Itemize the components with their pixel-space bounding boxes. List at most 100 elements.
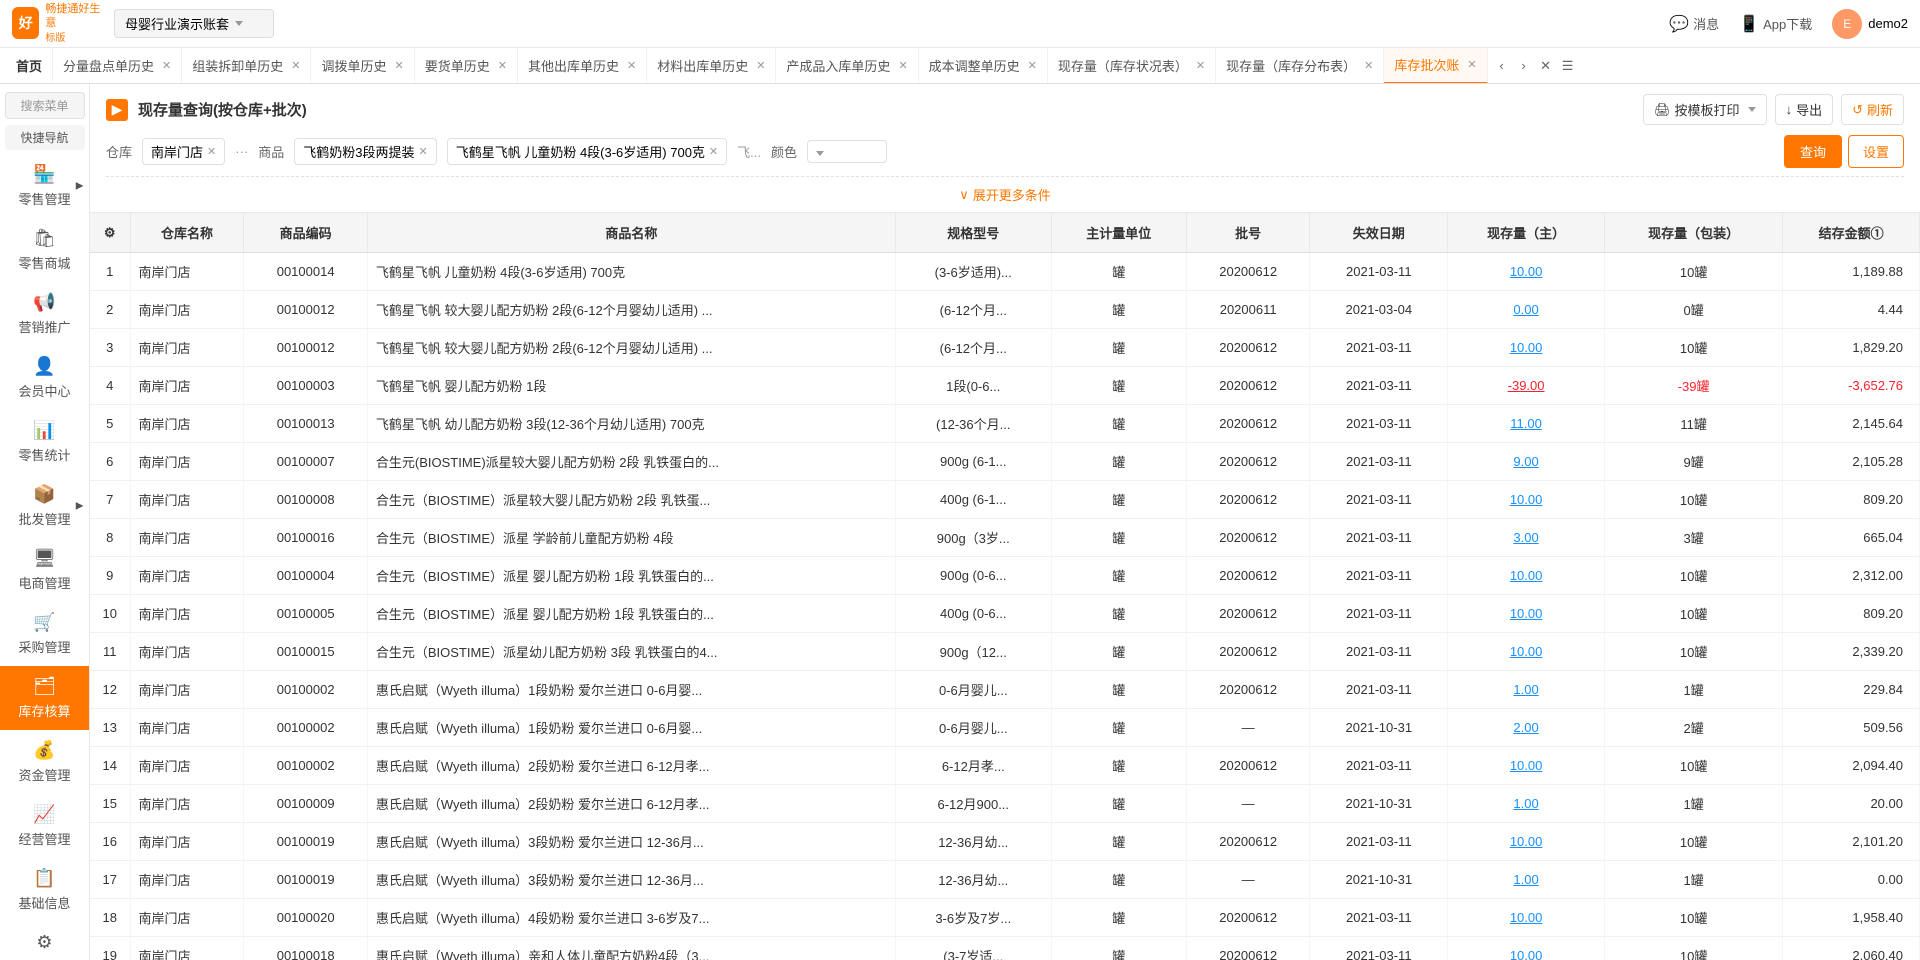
row-qty-main[interactable]: 10.00 (1448, 481, 1605, 519)
row-batch: 20200611 (1186, 291, 1310, 329)
sidebar-item-wholesale-mgmt[interactable]: 📦 批发管理 ▶ (0, 474, 90, 538)
row-qty-pack: 0罐 (1604, 291, 1782, 329)
product-filter-tag2[interactable]: 飞鹤星飞帆 儿童奶粉 4段(3-6岁适用) 700克 ✕ (447, 138, 727, 165)
tab-stock-dist[interactable]: 现存量（库存分布表） ✕ (1216, 48, 1384, 84)
sidebar-item-retail-shop[interactable]: 🛍 零售商城 (0, 218, 90, 282)
query-btn[interactable]: 查询 (1784, 135, 1842, 168)
template-print-btn[interactable]: 🖨 按模板打印 (1643, 94, 1767, 125)
row-qty-main[interactable]: 10.00 (1448, 747, 1605, 785)
sidebar-item-member-center[interactable]: 👤 会员中心 (0, 346, 90, 410)
sidebar-item-marketing[interactable]: 📢 营销推广 (0, 282, 90, 346)
sidebar-item-system-mgmt[interactable]: ⚙ 系统管理 (0, 922, 90, 960)
row-qty-main[interactable]: 10.00 (1448, 253, 1605, 291)
tab-bar: 首页 分量盘点单历史 ✕ 组装拆卸单历史 ✕ 调拨单历史 ✕ 要货单历史 ✕ 其… (0, 48, 1920, 84)
col-settings[interactable]: ⚙ (90, 213, 130, 253)
industry-selector[interactable]: 母婴行业演示账套 (114, 9, 274, 38)
tab-other-out[interactable]: 其他出库单历史 ✕ (518, 48, 647, 84)
messages-btn[interactable]: 💬 消息 (1669, 14, 1719, 34)
row-qty-main[interactable]: 1.00 (1448, 671, 1605, 709)
row-qty-main[interactable]: 1.00 (1448, 861, 1605, 899)
tab-close-transfer[interactable]: ✕ (395, 59, 404, 72)
tab-close-stock-dist[interactable]: ✕ (1364, 59, 1373, 72)
sidebar-search[interactable]: 搜索菜单 (5, 92, 85, 119)
tab-product-in[interactable]: 产成品入库单历史 ✕ (776, 48, 918, 84)
color-filter[interactable] (807, 140, 887, 163)
tab-close-requisition[interactable]: ✕ (498, 59, 507, 72)
tab-close-stock-status[interactable]: ✕ (1196, 59, 1205, 72)
inventory-icon: 🗂 (33, 676, 56, 697)
row-qty-main[interactable]: 10.00 (1448, 557, 1605, 595)
tab-material-out[interactable]: 材料出库单历史 ✕ (647, 48, 776, 84)
tab-close-disassemble[interactable]: ✕ (291, 59, 300, 72)
sidebar-item-inventory-check[interactable]: 🗂 库存核算 (0, 666, 90, 730)
sidebar-item-retail-stats[interactable]: 📊 零售统计 (0, 410, 90, 474)
table-row: 5 南岸门店 00100013 飞鹤星飞帆 幼儿配方奶粉 3段(12-36个月幼… (90, 405, 1920, 443)
row-qty-main[interactable]: 9.00 (1448, 443, 1605, 481)
sidebar-item-retail-mgmt[interactable]: 🏪 零售管理 ▶ (0, 154, 90, 218)
warehouse-filter[interactable]: 南岸门店 ✕ (142, 138, 225, 165)
export-icon: ↓ (1786, 102, 1793, 117)
sidebar: 搜索菜单 快捷导航 🏪 零售管理 ▶ 🛍 零售商城 📢 营销推广 👤 会员中心 … (0, 84, 90, 960)
user-area[interactable]: E demo2 (1832, 9, 1908, 39)
tab-close-cost-adjust[interactable]: ✕ (1028, 59, 1037, 72)
tab-transfer[interactable]: 调拨单历史 ✕ (311, 48, 414, 84)
row-qty-main[interactable]: 10.00 (1448, 823, 1605, 861)
page-header: ▶ 现存量查询(按仓库+批次) 🖨 按模板打印 ↓ 导出 (90, 84, 1920, 213)
row-qty-main[interactable]: 11.00 (1448, 405, 1605, 443)
table-row: 18 南岸门店 00100020 惠氏启赋（Wyeth illuma）4段奶粉 … (90, 899, 1920, 937)
table-row: 9 南岸门店 00100004 合生元（BIOSTIME）派星 婴儿配方奶粉 1… (90, 557, 1920, 595)
product-filter-tag1[interactable]: 飞鹤奶粉3段两提装 ✕ (294, 138, 436, 165)
warehouse-more-icon[interactable]: ··· (235, 144, 248, 159)
sidebar-quick-nav[interactable]: 快捷导航 (5, 125, 85, 150)
tab-cost-adjust[interactable]: 成本调整单历史 ✕ (919, 48, 1048, 84)
expand-conditions-btn[interactable]: ∨ 展开更多条件 (959, 181, 1051, 208)
tab-close-other-out[interactable]: ✕ (627, 59, 636, 72)
tab-stock-status[interactable]: 现存量（库存状况表） ✕ (1048, 48, 1216, 84)
tab-close-all-btn[interactable]: ✕ (1536, 56, 1556, 76)
tab-close-material-out[interactable]: ✕ (756, 59, 765, 72)
product-more-icon[interactable]: 飞... (737, 142, 761, 161)
row-qty-main[interactable]: 10.00 (1448, 633, 1605, 671)
tab-requisition[interactable]: 要货单历史 ✕ (415, 48, 518, 84)
app-download-btn[interactable]: 📱 App下载 (1739, 14, 1812, 34)
row-warehouse: 南岸门店 (130, 253, 244, 291)
product-tag2-close[interactable]: ✕ (709, 145, 718, 158)
row-no: 6 (90, 443, 130, 481)
tab-prev-btn[interactable]: ‹ (1492, 56, 1512, 76)
row-batch: 20200612 (1186, 823, 1310, 861)
product-tag1-close[interactable]: ✕ (419, 145, 428, 158)
row-qty-main[interactable]: 10.00 (1448, 329, 1605, 367)
row-qty-main[interactable]: 10.00 (1448, 595, 1605, 633)
row-qty-main[interactable]: 2.00 (1448, 709, 1605, 747)
tab-close-split[interactable]: ✕ (162, 59, 171, 72)
warehouse-close-icon[interactable]: ✕ (207, 145, 216, 158)
export-btn[interactable]: ↓ 导出 (1775, 94, 1834, 125)
refresh-btn[interactable]: ↺ 刷新 (1841, 94, 1904, 125)
filter-expand-toggle[interactable]: ▶ (106, 99, 128, 121)
tab-home[interactable]: 首页 (6, 48, 53, 84)
row-qty-main[interactable]: 10.00 (1448, 937, 1605, 960)
tab-close-batch-voucher[interactable]: ✕ (1467, 58, 1476, 71)
row-qty-main[interactable]: 1.00 (1448, 785, 1605, 823)
tab-batch-voucher[interactable]: 库存批次账 ✕ (1384, 48, 1487, 84)
row-expire: 2021-03-11 (1310, 405, 1448, 443)
tab-split-inventory[interactable]: 分量盘点单历史 ✕ (53, 48, 182, 84)
product-tag2-text: 飞鹤星飞帆 儿童奶粉 4段(3-6岁适用) 700克 (456, 142, 705, 161)
tab-menu-btn[interactable]: ☰ (1558, 56, 1578, 76)
tab-close-product-in[interactable]: ✕ (898, 59, 907, 72)
row-qty-main[interactable]: 0.00 (1448, 291, 1605, 329)
setting-btn[interactable]: 设置 (1848, 135, 1904, 168)
sidebar-item-operations-mgmt[interactable]: 📈 经营管理 (0, 794, 90, 858)
tab-next-btn[interactable]: › (1514, 56, 1534, 76)
row-qty-main[interactable]: 10.00 (1448, 899, 1605, 937)
sidebar-item-basic-info[interactable]: 📋 基础信息 (0, 858, 90, 922)
row-warehouse: 南岸门店 (130, 747, 244, 785)
sidebar-item-purchase-mgmt[interactable]: 🛒 采购管理 (0, 602, 90, 666)
sidebar-item-ecommerce-mgmt[interactable]: 🖥 电商管理 (0, 538, 90, 602)
row-qty-main[interactable]: -39.00 (1448, 367, 1605, 405)
row-qty-main[interactable]: 3.00 (1448, 519, 1605, 557)
retail-arrow-icon: ▶ (76, 181, 84, 192)
row-warehouse: 南岸门店 (130, 519, 244, 557)
tab-disassemble[interactable]: 组装拆卸单历史 ✕ (182, 48, 311, 84)
sidebar-item-finance-mgmt[interactable]: 💰 资金管理 (0, 730, 90, 794)
